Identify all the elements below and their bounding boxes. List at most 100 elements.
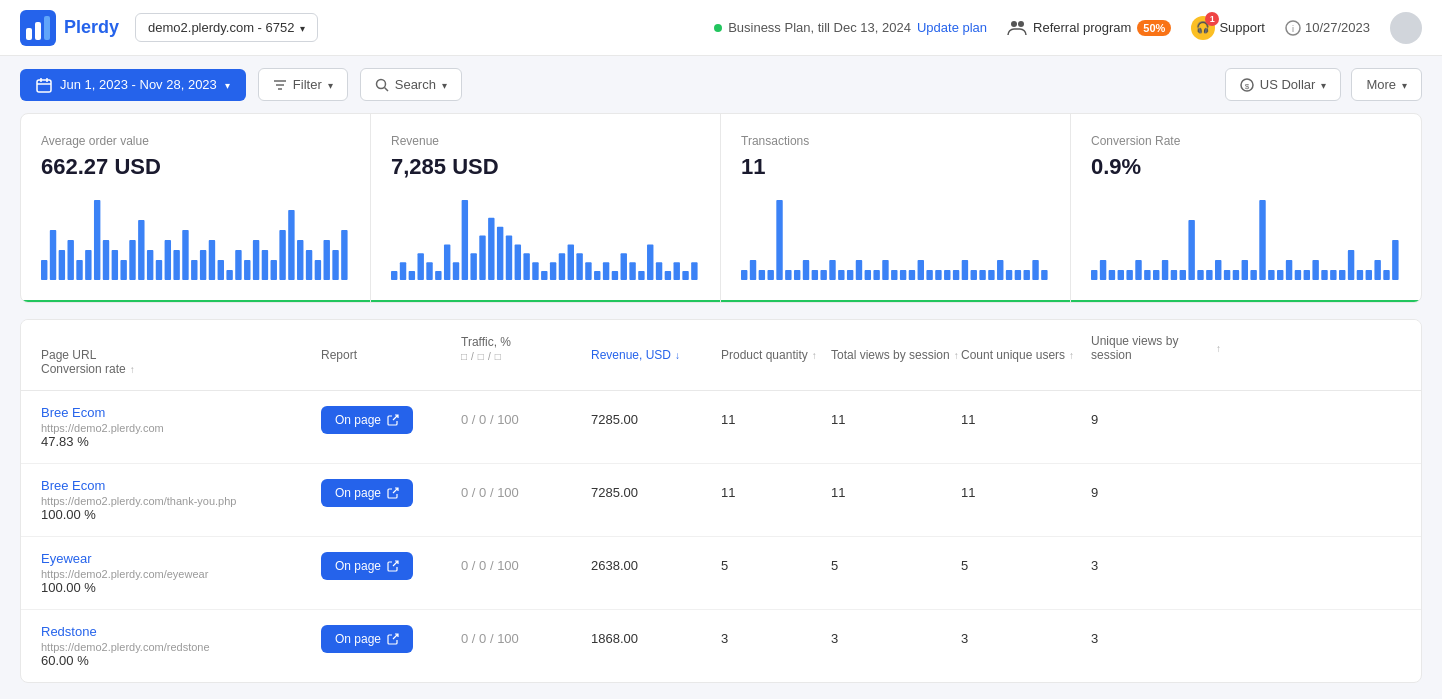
currency-button[interactable]: $ US Dollar [1225, 68, 1342, 101]
svg-rect-76 [585, 262, 591, 280]
svg-rect-68 [515, 244, 521, 280]
svg-rect-115 [971, 270, 977, 280]
svg-rect-99 [829, 260, 835, 280]
svg-rect-64 [479, 236, 485, 280]
date-range-button[interactable]: Jun 1, 2023 - Nov 28, 2023 [20, 69, 246, 101]
stat-green-line-0 [21, 300, 370, 302]
svg-rect-23 [76, 260, 82, 280]
update-plan-link[interactable]: Update plan [917, 20, 987, 35]
col-product-qty[interactable]: Product quantity ↑ [721, 348, 831, 362]
svg-rect-130 [1144, 270, 1150, 280]
svg-rect-84 [656, 262, 662, 280]
svg-rect-44 [262, 250, 268, 280]
on-page-button[interactable]: On page [321, 625, 413, 653]
svg-rect-123 [1041, 270, 1047, 280]
search-button[interactable]: Search [360, 68, 462, 101]
svg-rect-21 [59, 250, 65, 280]
svg-rect-108 [909, 270, 915, 280]
stat-label-1: Revenue [391, 134, 700, 148]
table-header: Page URL Report Traffic, % □ / □ / □ Rev… [21, 320, 1421, 391]
traffic-cell: 0 / 0 / 100 [461, 485, 591, 500]
date-chevron [225, 77, 230, 92]
table-row: Bree Ecom https://demo2.plerdy.com On pa… [21, 391, 1421, 464]
stat-card-1: Revenue 7,285 USD [371, 114, 721, 302]
page-name[interactable]: Redstone [41, 624, 321, 639]
svg-rect-138 [1215, 260, 1221, 280]
currency-icon: $ [1240, 78, 1254, 92]
product-qty-cell: 5 [721, 558, 831, 573]
referral-program[interactable]: Referral program 50% [1007, 19, 1171, 37]
product-qty-cell: 11 [721, 412, 831, 427]
page-url: https://demo2.plerdy.com [41, 422, 321, 434]
page-name[interactable]: Eyewear [41, 551, 321, 566]
unique-views-cell: 9 [1091, 485, 1221, 500]
svg-rect-74 [568, 244, 574, 280]
svg-rect-149 [1312, 260, 1318, 280]
revenue-cell: 7285.00 [591, 412, 721, 427]
logo[interactable]: Plerdy [20, 10, 119, 46]
svg-rect-2 [35, 22, 41, 40]
unique-views-sort-icon: ↑ [1216, 343, 1221, 354]
svg-rect-111 [935, 270, 941, 280]
support-link[interactable]: 🎧 1 Support [1191, 16, 1265, 40]
stat-label-3: Conversion Rate [1091, 134, 1401, 148]
on-page-button[interactable]: On page [321, 552, 413, 580]
col-unique-views[interactable]: Unique views by session ↑ [1091, 334, 1221, 362]
svg-rect-102 [856, 260, 862, 280]
filter-button[interactable]: Filter [258, 68, 348, 101]
svg-rect-116 [979, 270, 985, 280]
table-section: Page URL Report Traffic, % □ / □ / □ Rev… [20, 319, 1422, 683]
col-conversion[interactable]: Conversion rate ↑ [41, 362, 321, 376]
svg-rect-45 [271, 260, 277, 280]
svg-rect-134 [1180, 270, 1186, 280]
col-total-views[interactable]: Total views by session ↑ [831, 348, 961, 362]
page-info: Bree Ecom https://demo2.plerdy.com/thank… [41, 478, 321, 507]
more-button[interactable]: More [1351, 68, 1422, 101]
svg-rect-93 [776, 200, 782, 280]
site-selector[interactable]: demo2.plerdy.com - 6752 [135, 13, 318, 42]
unique-views-cell: 9 [1091, 412, 1221, 427]
svg-rect-42 [244, 260, 250, 280]
filter-chevron [328, 77, 333, 92]
svg-rect-56 [409, 271, 415, 280]
svg-rect-148 [1304, 270, 1310, 280]
svg-rect-146 [1286, 260, 1292, 280]
stat-chart-3 [1091, 192, 1401, 282]
svg-rect-30 [138, 220, 144, 280]
conversion-cell: 60.00 % [41, 653, 321, 668]
svg-rect-67 [506, 236, 512, 280]
svg-rect-55 [400, 262, 406, 280]
stat-value-2: 11 [741, 154, 1050, 180]
table-row: Redstone https://demo2.plerdy.com/redsto… [21, 610, 1421, 682]
svg-rect-113 [953, 270, 959, 280]
svg-rect-51 [324, 240, 330, 280]
traffic-cell: 0 / 0 / 100 [461, 412, 591, 427]
svg-rect-20 [50, 230, 56, 280]
col-revenue[interactable]: Revenue, USD ↓ [591, 348, 721, 362]
on-page-button[interactable]: On page [321, 406, 413, 434]
external-link-icon [387, 414, 399, 426]
external-link-icon [387, 487, 399, 499]
page-name[interactable]: Bree Ecom [41, 478, 321, 493]
svg-rect-89 [741, 270, 747, 280]
svg-rect-40 [226, 270, 232, 280]
svg-rect-36 [191, 260, 197, 280]
svg-rect-58 [426, 262, 432, 280]
svg-rect-145 [1277, 270, 1283, 280]
page-url: https://demo2.plerdy.com/eyewear [41, 568, 321, 580]
stat-label-0: Average order value [41, 134, 350, 148]
svg-rect-81 [629, 262, 635, 280]
col-unique-users[interactable]: Count unique users ↑ [961, 348, 1091, 362]
plan-dot [714, 24, 722, 32]
on-page-button[interactable]: On page [321, 479, 413, 507]
svg-rect-80 [621, 253, 627, 280]
page-name[interactable]: Bree Ecom [41, 405, 321, 420]
stat-chart-0 [41, 192, 350, 282]
svg-rect-125 [1100, 260, 1106, 280]
svg-rect-27 [112, 250, 118, 280]
referral-icon [1007, 19, 1027, 37]
user-avatar[interactable] [1390, 12, 1422, 44]
svg-rect-71 [541, 271, 547, 280]
product-qty-sort-icon: ↑ [812, 350, 817, 361]
svg-rect-77 [594, 271, 600, 280]
